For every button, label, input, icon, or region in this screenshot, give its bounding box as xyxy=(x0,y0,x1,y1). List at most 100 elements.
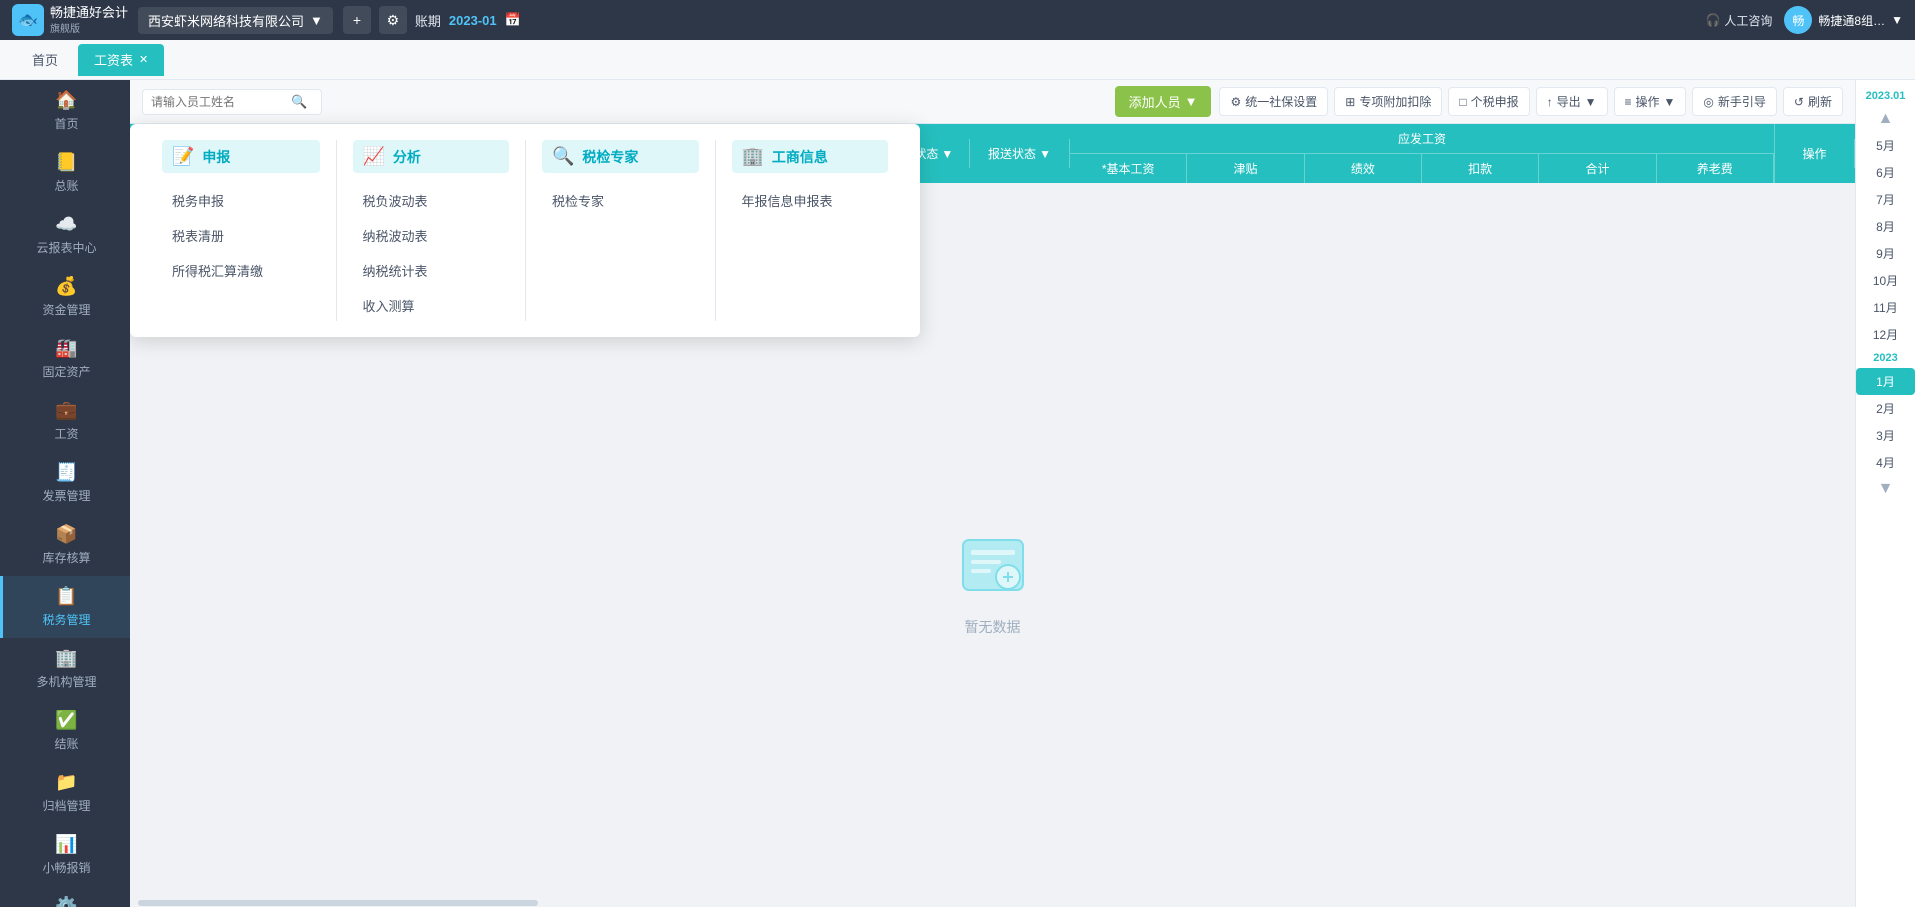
declaration-icon: 📝 xyxy=(172,146,194,167)
company-selector[interactable]: 西安虾米网络科技有限公司 ▼ xyxy=(138,7,333,34)
item-tax-declare[interactable]: 税务申报 xyxy=(162,185,320,216)
inventory-icon: 📦 xyxy=(55,524,77,545)
cal-month-3-2023[interactable]: 3月 xyxy=(1856,422,1915,449)
horizontal-scrollbar[interactable] xyxy=(138,900,538,906)
sidebar-item-salary-label: 工资 xyxy=(54,425,78,442)
archive-icon: 📁 xyxy=(55,772,77,793)
th-wage-subrow: *基本工资 津贴 绩效 扣款 合计 养老费 xyxy=(1070,154,1774,183)
search-input[interactable] xyxy=(151,95,291,109)
item-tax-form[interactable]: 税表清册 xyxy=(162,220,320,251)
fund-icon: 💰 xyxy=(55,276,77,297)
th-allowance: 津贴 xyxy=(1187,154,1304,183)
calendar-down-button[interactable]: ▼ xyxy=(1874,476,1898,502)
section-analysis: 📈 分析 税负波动表 纳税波动表 纳税统计表 收入测算 xyxy=(336,140,526,321)
export-label: 导出 xyxy=(1557,93,1581,110)
section-business-items: 年报信息申报表 xyxy=(732,185,889,216)
calendar-icon[interactable]: 📅 xyxy=(505,12,521,28)
sidebar-item-basic[interactable]: ⚙️ 基础设置 xyxy=(0,886,130,907)
export-arrow: ▼ xyxy=(1585,95,1597,109)
item-tax-stat[interactable]: 纳税统计表 xyxy=(353,255,510,286)
section-declaration-items: 税务申报 税表清册 所得税汇算清缴 xyxy=(162,185,320,286)
social-security-button[interactable]: ⚙ 统一社保设置 xyxy=(1219,87,1328,116)
dropdown-overlay: 📝 申报 税务申报 税表清册 所得税汇算清缴 📈 分析 xyxy=(130,124,920,337)
period-value: 2023-01 xyxy=(449,13,497,28)
item-annual-report[interactable]: 年报信息申报表 xyxy=(732,185,889,216)
filter-icon: ▼ xyxy=(941,147,953,161)
sidebar-item-home-label: 首页 xyxy=(54,115,78,132)
refresh-icon: ↺ xyxy=(1794,95,1804,109)
cal-month-10-2022[interactable]: 10月 xyxy=(1856,267,1915,294)
sidebar-item-cloud-label: 云报表中心 xyxy=(36,239,96,256)
sidebar-item-general-ledger[interactable]: 📒 总账 xyxy=(0,142,130,204)
operation-label: 操作 xyxy=(1636,93,1660,110)
section-expert: 🔍 税检专家 税检专家 xyxy=(525,140,715,321)
sidebar-item-multi-org[interactable]: 🏢 多机构管理 xyxy=(0,638,130,700)
section-analysis-header: 📈 分析 xyxy=(353,140,510,173)
sidebar-item-home[interactable]: 🏠 首页 xyxy=(0,80,130,142)
cal-month-4-2023[interactable]: 4月 xyxy=(1856,449,1915,476)
th-ops: 操作 xyxy=(1775,139,1855,168)
sidebar-item-tax[interactable]: 📋 税务管理 xyxy=(0,576,130,638)
sidebar-item-invoice[interactable]: 🧾 发票管理 xyxy=(0,452,130,514)
user-area[interactable]: 畅 畅捷通8组… ▼ xyxy=(1784,6,1903,34)
sidebar-item-fixed-assets[interactable]: 🏭 固定资产 xyxy=(0,328,130,390)
operation-arrow: ▼ xyxy=(1664,95,1676,109)
tab-home[interactable]: 首页 xyxy=(16,44,74,76)
cal-month-5-2022[interactable]: 5月 xyxy=(1856,132,1915,159)
main-layout: 🏠 首页 📒 总账 ☁️ 云报表中心 💰 资金管理 🏭 固定资产 💼 工资 🧾 … xyxy=(0,80,1915,907)
section-business-header: 🏢 工商信息 xyxy=(732,140,889,173)
sidebar-item-report-label: 小畅报销 xyxy=(42,859,90,876)
operation-button[interactable]: ≡ 操作 ▼ xyxy=(1614,87,1687,116)
checkout-icon: ✅ xyxy=(55,710,77,731)
toolbar: 🔍 添加人员 ▼ ⚙ 统一社保设置 ⊞ 专项附加扣除 □ 个税申报 xyxy=(130,80,1855,124)
basic-icon: ⚙️ xyxy=(55,896,77,907)
item-income-calc[interactable]: 收入测算 xyxy=(353,290,510,321)
section-expert-items: 税检专家 xyxy=(542,185,699,216)
sidebar-item-tax-label: 税务管理 xyxy=(42,611,90,628)
sidebar-item-inventory[interactable]: 📦 库存核算 xyxy=(0,514,130,576)
add-company-button[interactable]: + xyxy=(343,6,371,34)
item-tax-payment[interactable]: 纳税波动表 xyxy=(353,220,510,251)
item-tax-burden[interactable]: 税负波动表 xyxy=(353,185,510,216)
sidebar: 🏠 首页 📒 总账 ☁️ 云报表中心 💰 资金管理 🏭 固定资产 💼 工资 🧾 … xyxy=(0,80,130,907)
customer-service-button[interactable]: 🎧 人工咨询 xyxy=(1705,12,1772,29)
cal-month-9-2022[interactable]: 9月 xyxy=(1856,240,1915,267)
sidebar-item-salary[interactable]: 💼 工资 xyxy=(0,390,130,452)
personal-tax-button[interactable]: □ 个税申报 xyxy=(1448,87,1529,116)
cal-month-1-2023[interactable]: 1月 xyxy=(1856,368,1915,395)
business-icon: 🏢 xyxy=(742,146,764,167)
assets-icon: 🏭 xyxy=(55,338,77,359)
sidebar-item-report[interactable]: 📊 小畅报销 xyxy=(0,824,130,886)
cal-month-11-2022[interactable]: 11月 xyxy=(1856,294,1915,321)
sidebar-item-cloud-report[interactable]: ☁️ 云报表中心 xyxy=(0,204,130,266)
th-report-status[interactable]: 报送状态 ▼ xyxy=(970,139,1070,168)
tab-close-icon[interactable]: ✕ xyxy=(139,53,148,66)
guide-label: 新手引导 xyxy=(1718,93,1766,110)
guide-button[interactable]: ◎ 新手引导 xyxy=(1692,87,1777,116)
th-ops-label: 操作 xyxy=(1802,145,1826,162)
export-button[interactable]: ↑ 导出 ▼ xyxy=(1536,87,1608,116)
refresh-button[interactable]: ↺ 刷新 xyxy=(1783,87,1843,116)
special-deduct-button[interactable]: ⊞ 专项附加扣除 xyxy=(1334,87,1442,116)
refresh-label: 刷新 xyxy=(1808,93,1832,110)
sidebar-item-archive[interactable]: 📁 归档管理 xyxy=(0,762,130,824)
social-security-icon: ⚙ xyxy=(1230,95,1241,109)
cal-month-12-2022[interactable]: 12月 xyxy=(1856,321,1915,348)
dropdown-sections: 📝 申报 税务申报 税表清册 所得税汇算清缴 📈 分析 xyxy=(146,140,904,321)
calendar-up-button[interactable]: ▲ xyxy=(1874,106,1898,132)
item-income-tax[interactable]: 所得税汇算清缴 xyxy=(162,255,320,286)
add-person-button[interactable]: 添加人员 ▼ xyxy=(1115,86,1212,117)
settings-icon[interactable]: ⚙ xyxy=(379,6,407,34)
cal-month-2-2023[interactable]: 2月 xyxy=(1856,395,1915,422)
cal-month-8-2022[interactable]: 8月 xyxy=(1856,213,1915,240)
cal-month-6-2022[interactable]: 6月 xyxy=(1856,159,1915,186)
tab-salary[interactable]: 工资表 ✕ xyxy=(78,44,164,76)
sidebar-item-checkout[interactable]: ✅ 结账 xyxy=(0,700,130,762)
add-person-arrow: ▼ xyxy=(1185,94,1198,109)
item-tax-expert[interactable]: 税检专家 xyxy=(542,185,699,216)
cal-month-7-2022[interactable]: 7月 xyxy=(1856,186,1915,213)
special-deduct-label: 专项附加扣除 xyxy=(1359,93,1431,110)
sidebar-item-fund[interactable]: 💰 资金管理 xyxy=(0,266,130,328)
section-business-title: 工商信息 xyxy=(772,147,828,167)
section-analysis-items: 税负波动表 纳税波动表 纳税统计表 收入测算 xyxy=(353,185,510,321)
